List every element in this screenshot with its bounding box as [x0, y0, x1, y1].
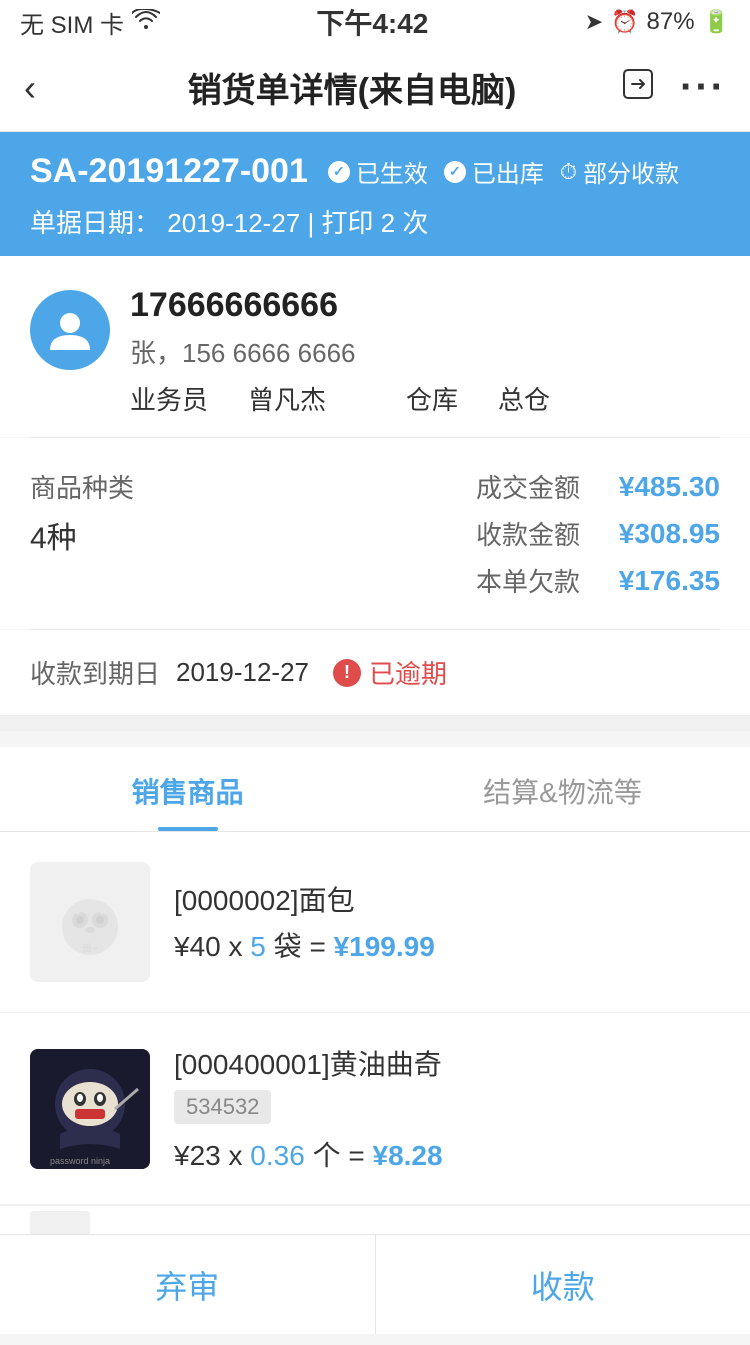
- owed-label: 本单欠款: [476, 562, 580, 599]
- clock-icon: ⏱: [560, 159, 577, 185]
- date-label: 单据日期：: [30, 208, 160, 238]
- customer-meta: 业务员 曾凡杰 仓库 总仓: [130, 380, 720, 417]
- svg-text:兽+: 兽+: [82, 942, 98, 955]
- deal-amount-value: ¥485.30: [600, 471, 720, 503]
- owed-row: 本单欠款 ¥176.35: [476, 562, 720, 599]
- due-section: 收款到期日 2019-12-27 ! 已逾期: [0, 630, 750, 715]
- battery-icon: 🔋: [703, 9, 730, 35]
- multiply-2: x: [229, 1140, 251, 1171]
- tab-sales-goods[interactable]: 销售商品: [0, 747, 375, 831]
- banner-badges: ✓ 已生效 ✓ 已出库 ⏱ 部分收款: [328, 154, 679, 189]
- wifi-icon: [132, 8, 160, 36]
- received-row: 收款金额 ¥308.95: [476, 515, 720, 552]
- status-badge-1: ✓ 已生效: [328, 154, 428, 189]
- qty-1: 5: [250, 931, 266, 962]
- received-value: ¥308.95: [600, 518, 720, 550]
- salesperson-label: 业务员: [130, 380, 208, 417]
- check-icon-1: ✓: [328, 161, 350, 183]
- product-types-value: 4种: [30, 513, 134, 557]
- tabs-container: 销售商品 结算&物流等: [0, 747, 750, 832]
- status-bar: 无 SIM 卡 下午4:42 ➤ ⏰ 87% 🔋: [0, 0, 750, 44]
- batch-code-badge: 534532: [174, 1090, 271, 1124]
- qty-2: 0.36: [250, 1140, 305, 1171]
- received-label: 收款金额: [476, 515, 580, 552]
- nav-actions: ···: [620, 65, 726, 110]
- abandon-review-button[interactable]: 弃审: [0, 1235, 376, 1334]
- print-info: | 打印 2 次: [307, 208, 428, 238]
- status-badge-3: ⏱ 部分收款: [560, 154, 679, 189]
- overdue-icon: !: [333, 659, 361, 687]
- product-price-1: ¥40 x 5 袋 = ¥199.99: [174, 925, 720, 965]
- product-name-1: [0000002]面包: [174, 879, 720, 919]
- status-time: 下午4:42: [316, 2, 428, 42]
- deal-amount-row: 成交金额 ¥485.30: [476, 468, 720, 505]
- due-label: 收款到期日: [30, 654, 160, 691]
- unit-2: 个: [313, 1140, 341, 1171]
- customer-name-phone: 张，156 6666 6666: [130, 333, 720, 370]
- product-thumb-1: 兽+: [30, 862, 150, 982]
- product-name-2: [000400001]黄油曲奇: [174, 1043, 720, 1083]
- check-icon-2: ✓: [444, 161, 466, 183]
- status-right: ➤ ⏰ 87% 🔋: [585, 8, 730, 36]
- product-types-label: 商品种类: [30, 468, 134, 505]
- multiply-1: x: [229, 931, 251, 962]
- unit-price-1: ¥40: [174, 931, 221, 962]
- due-date: 2019-12-27: [176, 657, 309, 688]
- total-2: ¥8.28: [373, 1140, 443, 1171]
- deal-amount-label: 成交金额: [476, 468, 580, 505]
- order-id: SA-20191227-001: [30, 152, 308, 191]
- summary-right: 成交金额 ¥485.30 收款金额 ¥308.95 本单欠款 ¥176.35: [476, 468, 720, 599]
- banner-date-row: 单据日期： 2019-12-27 | 打印 2 次: [30, 203, 720, 240]
- owed-value: ¥176.35: [600, 565, 720, 597]
- page-title: 销货单详情(来自电脑): [188, 63, 517, 112]
- alarm-icon: ⏰: [611, 9, 638, 35]
- product-code-1: [0000002]: [174, 885, 299, 916]
- product-info-1: [0000002]面包 ¥40 x 5 袋 = ¥199.99: [174, 879, 720, 965]
- tab-settlement[interactable]: 结算&物流等: [375, 747, 750, 831]
- svg-text:password ninja: password ninja: [50, 1156, 110, 1166]
- bottom-bar: 弃审 收款: [0, 1234, 750, 1334]
- product-code-2: [000400001]: [174, 1049, 330, 1080]
- share-button[interactable]: [620, 66, 656, 110]
- warehouse-label: 仓库: [406, 380, 458, 417]
- product-list: 兽+ [0000002]面包 ¥40 x 5 袋 = ¥199.99: [0, 832, 750, 1245]
- customer-id: 17666666666: [130, 286, 720, 325]
- overdue-text: 已逾期: [369, 654, 447, 691]
- back-button[interactable]: ‹: [24, 67, 84, 109]
- total-1: ¥199.99: [334, 931, 435, 962]
- product-info-2: [000400001]黄油曲奇 534532 ¥23 x 0.36 个 = ¥8…: [174, 1043, 720, 1174]
- warehouse-value: 总仓: [498, 380, 550, 417]
- product-thumb-2: password ninja: [30, 1049, 150, 1169]
- status-left: 无 SIM 卡: [20, 5, 160, 40]
- summary-section: 商品种类 4种 成交金额 ¥485.30 收款金额 ¥308.95 本单欠款 ¥…: [0, 438, 750, 629]
- customer-avatar: [30, 290, 110, 370]
- placeholder-1: 兽+: [30, 862, 150, 982]
- customer-section: 17666666666 张，156 6666 6666 业务员 曾凡杰 仓库 总…: [0, 256, 750, 437]
- summary-left: 商品种类 4种: [30, 468, 134, 557]
- unit-1: 袋: [274, 931, 302, 962]
- equals-1: =: [309, 931, 333, 962]
- status-badge-2: ✓ 已出库: [444, 154, 544, 189]
- section-divider: [0, 715, 750, 731]
- product-item-2: password ninja [000400001]黄油曲奇 534532 ¥2…: [0, 1013, 750, 1205]
- banner-row1: SA-20191227-001 ✓ 已生效 ✓ 已出库 ⏱ 部分收款: [30, 152, 720, 191]
- location-icon: ➤: [585, 9, 603, 35]
- equals-2: =: [348, 1140, 372, 1171]
- unit-price-2: ¥23: [174, 1140, 221, 1171]
- order-date: 2019-12-27: [167, 208, 300, 238]
- nav-bar: ‹ 销货单详情(来自电脑) ···: [0, 44, 750, 132]
- battery-text: 87%: [647, 8, 695, 36]
- carrier-text: 无 SIM 卡: [20, 5, 124, 40]
- overdue-badge: ! 已逾期: [333, 654, 447, 691]
- customer-info: 17666666666 张，156 6666 6666 业务员 曾凡杰 仓库 总…: [130, 286, 720, 417]
- collect-payment-button[interactable]: 收款: [376, 1235, 750, 1334]
- salesperson-value: 曾凡杰: [248, 380, 326, 417]
- more-button[interactable]: ···: [680, 65, 726, 110]
- product-item-1: 兽+ [0000002]面包 ¥40 x 5 袋 = ¥199.99: [0, 832, 750, 1013]
- product-price-2: ¥23 x 0.36 个 = ¥8.28: [174, 1134, 720, 1174]
- header-banner: SA-20191227-001 ✓ 已生效 ✓ 已出库 ⏱ 部分收款 单据日期：…: [0, 132, 750, 256]
